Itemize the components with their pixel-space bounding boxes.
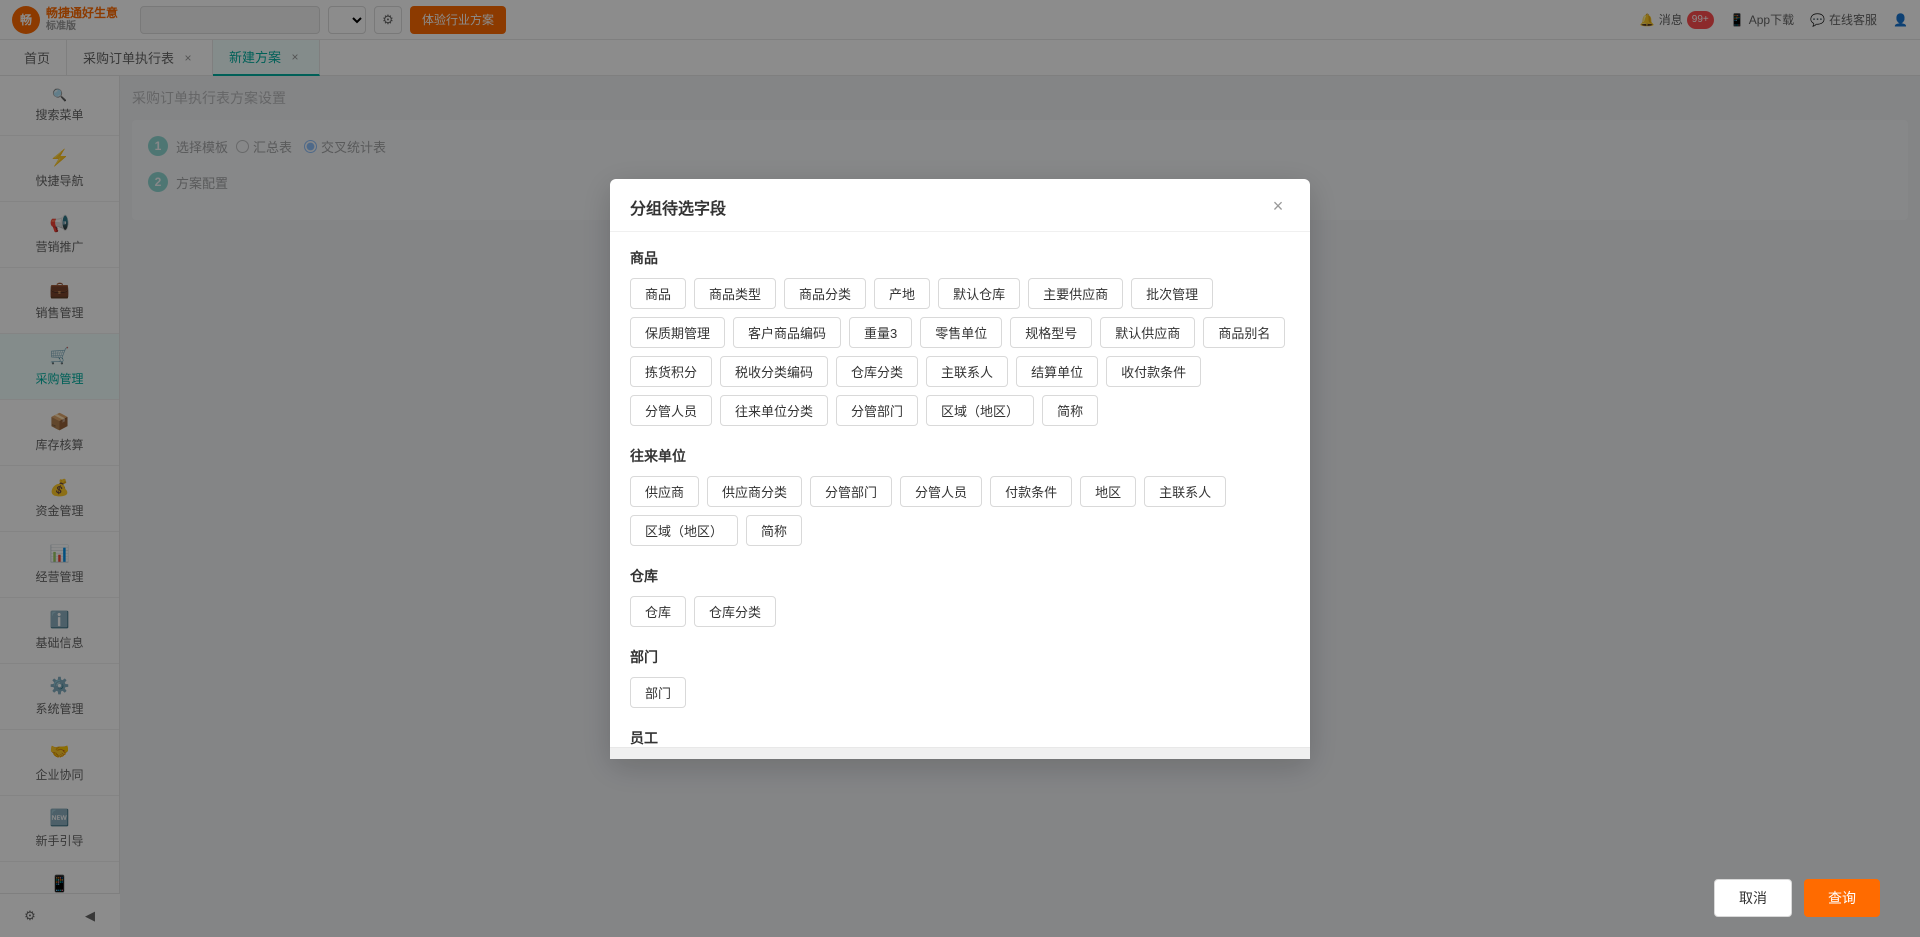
- modal-dialog: 分组待选字段 × 商品商品商品类型商品分类产地默认仓库主要供应商批次管理保质期管…: [610, 179, 1310, 759]
- field-group-仓库: 仓库仓库仓库分类: [630, 566, 1290, 627]
- field-tag[interactable]: 仓库分类: [694, 596, 776, 627]
- field-tag[interactable]: 主要供应商: [1028, 278, 1123, 309]
- field-tag[interactable]: 地区: [1080, 476, 1136, 507]
- field-group-title: 部门: [630, 647, 1290, 667]
- field-tag[interactable]: 结算单位: [1016, 356, 1098, 387]
- field-tag[interactable]: 简称: [1042, 395, 1098, 426]
- modal-header: 分组待选字段 ×: [610, 179, 1310, 232]
- field-group-商品: 商品商品商品类型商品分类产地默认仓库主要供应商批次管理保质期管理客户商品编码重量…: [630, 248, 1290, 426]
- field-tag[interactable]: 主联系人: [1144, 476, 1226, 507]
- field-tags: 仓库仓库分类: [630, 596, 1290, 627]
- field-tags: 供应商供应商分类分管部门分管人员付款条件地区主联系人区域（地区） 简称: [630, 476, 1290, 546]
- field-group-员工: 员工业务员: [630, 728, 1290, 747]
- field-tag[interactable]: 仓库: [630, 596, 686, 627]
- field-tag[interactable]: 零售单位: [920, 317, 1002, 348]
- field-tag[interactable]: 默认仓库: [938, 278, 1020, 309]
- field-tag[interactable]: 产地: [874, 278, 930, 309]
- modal-horizontal-scrollbar[interactable]: [610, 747, 1310, 759]
- field-tag[interactable]: 拣货积分: [630, 356, 712, 387]
- field-tag[interactable]: 批次管理: [1131, 278, 1213, 309]
- field-tag[interactable]: 付款条件: [990, 476, 1072, 507]
- field-group-title: 商品: [630, 248, 1290, 268]
- field-tag[interactable]: 区域（地区）: [630, 515, 738, 546]
- modal-footer: 取消 查询: [1714, 879, 1880, 917]
- field-group-往来单位: 往来单位供应商供应商分类分管部门分管人员付款条件地区主联系人区域（地区） 简称: [630, 446, 1290, 546]
- field-tag[interactable]: 分管人员: [900, 476, 982, 507]
- field-tag[interactable]: 重量3: [849, 317, 912, 348]
- field-tag[interactable]: 分管部门: [810, 476, 892, 507]
- field-tag[interactable]: 仓库分类: [836, 356, 918, 387]
- field-tag[interactable]: 税收分类编码: [720, 356, 828, 387]
- field-tag[interactable]: 保质期管理: [630, 317, 725, 348]
- cancel-button[interactable]: 取消: [1714, 879, 1792, 917]
- field-tag[interactable]: 规格型号: [1010, 317, 1092, 348]
- field-tag[interactable]: 商品分类: [784, 278, 866, 309]
- field-tag[interactable]: 往来单位分类: [720, 395, 828, 426]
- field-tag[interactable]: 简称: [746, 515, 802, 546]
- modal-overlay: 分组待选字段 × 商品商品商品类型商品分类产地默认仓库主要供应商批次管理保质期管…: [0, 0, 1920, 937]
- field-tags: 商品商品类型商品分类产地默认仓库主要供应商批次管理保质期管理客户商品编码重量3 零…: [630, 278, 1290, 426]
- field-tag[interactable]: 商品类型: [694, 278, 776, 309]
- field-group-title: 往来单位: [630, 446, 1290, 466]
- field-tag[interactable]: 供应商分类: [707, 476, 802, 507]
- field-tag[interactable]: 客户商品编码: [733, 317, 841, 348]
- confirm-button[interactable]: 查询: [1804, 879, 1880, 917]
- field-tags: 部门: [630, 677, 1290, 708]
- field-group-title: 仓库: [630, 566, 1290, 586]
- modal-close-button[interactable]: ×: [1266, 195, 1290, 219]
- field-tag[interactable]: 主联系人: [926, 356, 1008, 387]
- field-tag[interactable]: 分管部门: [836, 395, 918, 426]
- field-tag[interactable]: 商品别名: [1203, 317, 1285, 348]
- field-tag[interactable]: 默认供应商: [1100, 317, 1195, 348]
- field-tag[interactable]: 商品: [630, 278, 686, 309]
- modal-body: 商品商品商品类型商品分类产地默认仓库主要供应商批次管理保质期管理客户商品编码重量…: [610, 232, 1310, 747]
- field-tag[interactable]: 部门: [630, 677, 686, 708]
- field-tag[interactable]: 区域（地区）: [926, 395, 1034, 426]
- field-group-部门: 部门部门: [630, 647, 1290, 708]
- field-tag[interactable]: 分管人员: [630, 395, 712, 426]
- modal-title: 分组待选字段: [630, 195, 726, 219]
- field-tag[interactable]: 供应商: [630, 476, 699, 507]
- field-group-title: 员工: [630, 728, 1290, 747]
- field-tag[interactable]: 收付款条件: [1106, 356, 1201, 387]
